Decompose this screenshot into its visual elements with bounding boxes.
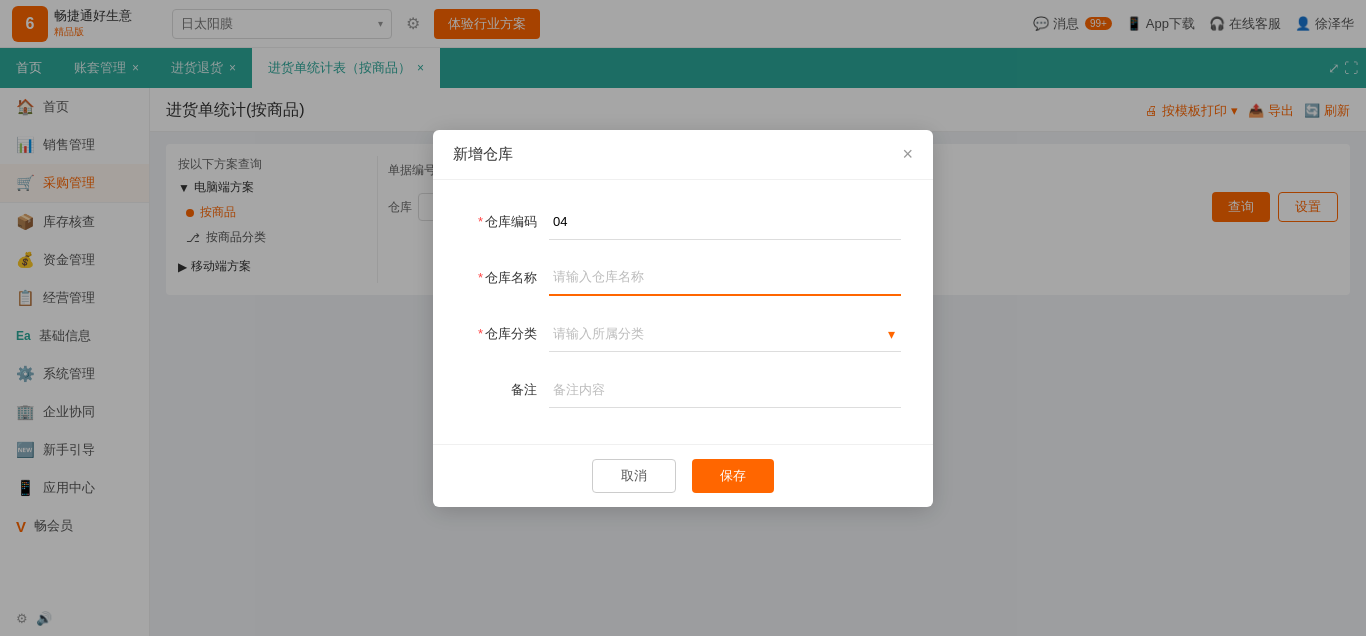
code-input[interactable] (549, 204, 901, 240)
required-star-category: * (478, 326, 483, 341)
required-star-code: * (478, 214, 483, 229)
form-row-remark: 备注 (465, 372, 901, 408)
remark-label: 备注 (465, 381, 537, 399)
form-row-code: *仓库编码 (465, 204, 901, 240)
form-row-category: *仓库分类 ▾ (465, 316, 901, 352)
form-row-name: *仓库名称 (465, 260, 901, 296)
name-input[interactable] (549, 260, 901, 296)
dialog-overlay: 新增仓库 × *仓库编码 *仓库名称 *仓库分类 (0, 0, 1366, 636)
category-label: *仓库分类 (465, 325, 537, 343)
required-star-name: * (478, 270, 483, 285)
name-label: *仓库名称 (465, 269, 537, 287)
dialog-body: *仓库编码 *仓库名称 *仓库分类 ▾ (433, 180, 933, 444)
dialog-title: 新增仓库 (453, 145, 513, 164)
dialog-new-warehouse: 新增仓库 × *仓库编码 *仓库名称 *仓库分类 (433, 130, 933, 507)
remark-input[interactable] (549, 372, 901, 408)
cancel-btn[interactable]: 取消 (592, 459, 676, 493)
category-select-wrapper: ▾ (549, 316, 901, 352)
dialog-footer: 取消 保存 (433, 444, 933, 507)
category-input[interactable] (549, 316, 901, 352)
code-label: *仓库编码 (465, 213, 537, 231)
save-btn[interactable]: 保存 (692, 459, 774, 493)
dialog-header: 新增仓库 × (433, 130, 933, 180)
dialog-close-btn[interactable]: × (902, 144, 913, 165)
